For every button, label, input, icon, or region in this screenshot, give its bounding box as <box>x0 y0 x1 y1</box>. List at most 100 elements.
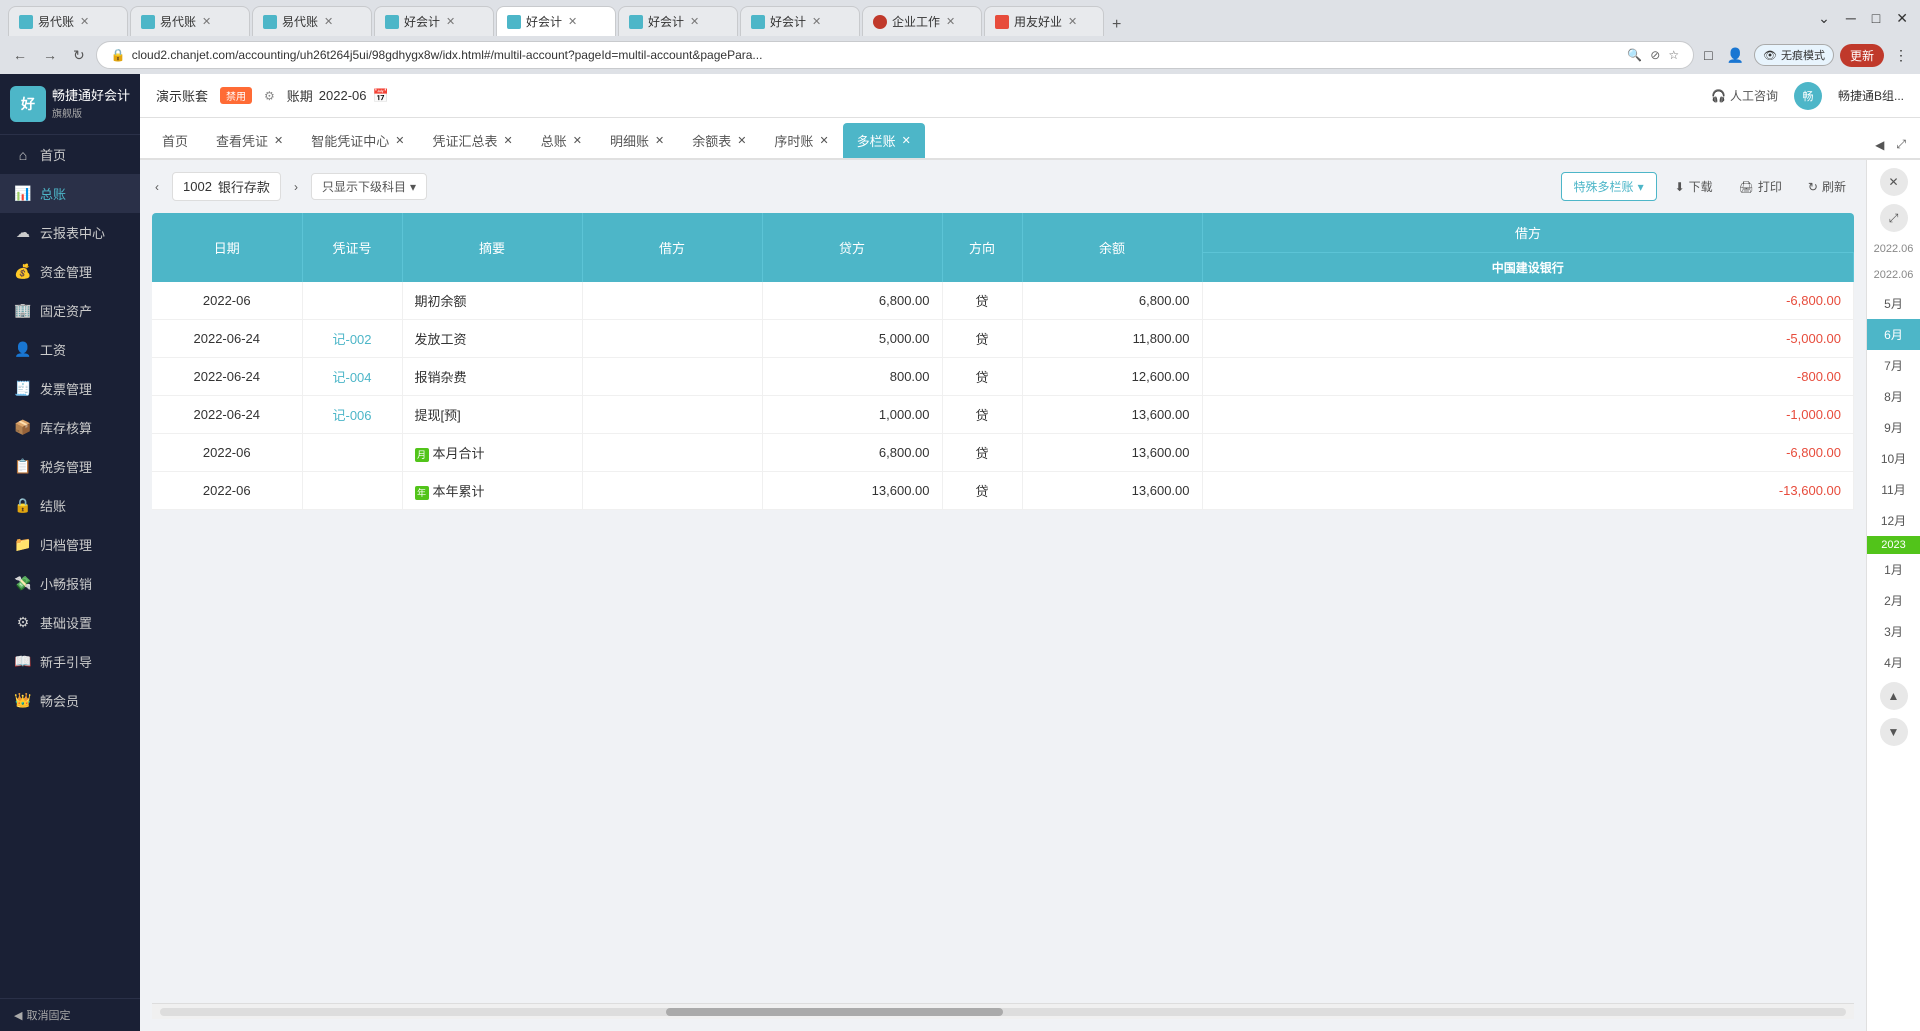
voucher-link[interactable]: 记-004 <box>332 370 371 385</box>
nav-tab-detail-ledger[interactable]: 明细账 ✕ <box>596 123 678 160</box>
sidebar-item-archive[interactable]: 📁 归档管理 <box>0 525 140 564</box>
cell-voucher[interactable]: 记-002 <box>302 320 402 358</box>
sidebar-item-home[interactable]: ⌂ 首页 <box>0 135 140 174</box>
nav-tab-balance-close[interactable]: ✕ <box>737 134 746 147</box>
tab-close-1[interactable]: ✕ <box>80 15 89 28</box>
settings-gear-icon[interactable]: ⚙ <box>264 89 275 103</box>
sidebar-item-settings[interactable]: ⚙ 基础设置 <box>0 603 140 642</box>
tab-close-6[interactable]: ✕ <box>690 15 699 28</box>
stealth-mode-btn[interactable]: 👁 无痕模式 <box>1754 44 1834 66</box>
nav-tab-journal-close[interactable]: ✕ <box>819 134 828 147</box>
profile-button[interactable]: 👤 <box>1723 45 1748 66</box>
back-button[interactable]: ← <box>8 45 32 65</box>
nav-tab-smart-voucher[interactable]: 智能凭证中心 ✕ <box>297 123 418 160</box>
sidebar-item-invoice[interactable]: 🧾 发票管理 <box>0 369 140 408</box>
calendar-scroll-up-btn[interactable]: ▲ <box>1880 682 1908 710</box>
maximize-button[interactable]: □ <box>1868 8 1884 28</box>
close-window-button[interactable]: ✕ <box>1892 8 1912 29</box>
minimize-button[interactable]: ─ <box>1842 8 1860 28</box>
calendar-icon[interactable]: 📅 <box>373 88 389 104</box>
browser-tab-4[interactable]: 好会计 ✕ <box>374 6 494 36</box>
cal-2023-feb[interactable]: 2月 <box>1867 585 1920 616</box>
cal-month-jul[interactable]: 7月 <box>1867 350 1920 381</box>
cell-voucher[interactable]: 记-004 <box>302 358 402 396</box>
download-btn[interactable]: ⬇ 下载 <box>1667 174 1721 199</box>
nav-tab-general-ledger[interactable]: 总账 ✕ <box>527 123 596 160</box>
tab-close-4[interactable]: ✕ <box>446 15 455 28</box>
voucher-link[interactable]: 记-006 <box>332 408 371 423</box>
calendar-expand-btn[interactable]: ⤢ <box>1880 204 1908 232</box>
cal-month-dec[interactable]: 12月 <box>1867 505 1920 536</box>
browser-tab-9[interactable]: 用友好业 ✕ <box>984 6 1104 36</box>
nav-tab-balance[interactable]: 余额表 ✕ <box>678 123 760 160</box>
extensions-button[interactable]: □ <box>1700 45 1716 65</box>
cal-month-nov[interactable]: 11月 <box>1867 474 1920 505</box>
browser-tab-5[interactable]: 好会计 ✕ <box>496 6 616 36</box>
tab-close-2[interactable]: ✕ <box>202 15 211 28</box>
browser-tab-2[interactable]: 易代账 ✕ <box>130 6 250 36</box>
reload-button[interactable]: ↻ <box>68 45 90 66</box>
browser-tab-6[interactable]: 好会计 ✕ <box>618 6 738 36</box>
nav-tab-voucher-summary[interactable]: 凭证汇总表 ✕ <box>418 123 526 160</box>
calendar-scroll-down-btn[interactable]: ▼ <box>1880 718 1908 746</box>
nav-tab-gl-close[interactable]: ✕ <box>573 134 582 147</box>
tab-list-button[interactable]: ⌄ <box>1814 8 1834 29</box>
browser-tab-7[interactable]: 好会计 ✕ <box>740 6 860 36</box>
browser-tab-1[interactable]: 易代账 ✕ <box>8 6 128 36</box>
cal-month-sep[interactable]: 9月 <box>1867 412 1920 443</box>
browser-tab-3[interactable]: 易代账 ✕ <box>252 6 372 36</box>
nav-tab-multicolumn[interactable]: 多栏账 ✕ <box>843 123 925 160</box>
tab-collapse-left-btn[interactable]: ◀ <box>1869 132 1890 158</box>
sidebar-item-expense[interactable]: 💸 小畅报销 <box>0 564 140 603</box>
sidebar-item-fixed-assets[interactable]: 🏢 固定资产 <box>0 291 140 330</box>
nav-tab-voucher[interactable]: 查看凭证 ✕ <box>202 123 297 160</box>
sidebar-collapse-btn[interactable]: ◀ 取消固定 <box>0 998 140 1031</box>
sidebar-item-fund[interactable]: 💰 资金管理 <box>0 252 140 291</box>
consult-button[interactable]: 🎧 人工咨询 <box>1711 87 1778 104</box>
cal-year-2023[interactable]: 2023 <box>1867 536 1920 554</box>
calendar-close-btn[interactable]: ✕ <box>1880 168 1908 196</box>
tab-expand-btn[interactable]: ⤢ <box>1890 131 1912 158</box>
filter-dropdown[interactable]: 只显示下级科目 ▾ <box>311 173 427 200</box>
cal-2023-jan[interactable]: 1月 <box>1867 554 1920 585</box>
nav-tab-journal[interactable]: 序时账 ✕ <box>760 123 842 160</box>
voucher-link[interactable]: 记-002 <box>332 332 371 347</box>
nav-tab-voucher-close[interactable]: ✕ <box>274 134 283 147</box>
nav-tab-smart-close[interactable]: ✕ <box>395 134 404 147</box>
tab-close-7[interactable]: ✕ <box>812 15 821 28</box>
menu-button[interactable]: ⋮ <box>1890 45 1912 66</box>
cal-2023-apr[interactable]: 4月 <box>1867 647 1920 678</box>
sidebar-item-close-account[interactable]: 🔒 结账 <box>0 486 140 525</box>
sidebar-item-ledger[interactable]: 📊 总账 <box>0 174 140 213</box>
multi-col-btn[interactable]: 特殊多栏账 ▾ <box>1561 172 1657 201</box>
sidebar-item-guide[interactable]: 📖 新手引导 <box>0 642 140 681</box>
cal-month-jun[interactable]: 6月 <box>1867 319 1920 350</box>
refresh-btn[interactable]: ↻ 刷新 <box>1800 174 1854 199</box>
cal-month-may[interactable]: 5月 <box>1867 288 1920 319</box>
sidebar-item-inventory[interactable]: 📦 库存核算 <box>0 408 140 447</box>
address-bar[interactable]: 🔒 cloud2.chanjet.com/accounting/uh26t264… <box>96 41 1694 69</box>
tab-close-3[interactable]: ✕ <box>324 15 333 28</box>
sidebar-item-cloud-report[interactable]: ☁ 云报表中心 <box>0 213 140 252</box>
browser-tab-8[interactable]: 企业工作 ✕ <box>862 6 982 36</box>
tab-close-5[interactable]: ✕ <box>568 15 577 28</box>
nav-tab-home[interactable]: 首页 <box>148 123 202 160</box>
tab-close-8[interactable]: ✕ <box>946 15 955 28</box>
account-prev-btn[interactable]: ‹ <box>152 180 162 194</box>
horizontal-scrollbar[interactable] <box>152 1003 1854 1019</box>
sidebar-item-member[interactable]: 👑 畅会员 <box>0 681 140 720</box>
cal-2023-mar[interactable]: 3月 <box>1867 616 1920 647</box>
nav-tab-dl-close[interactable]: ✕ <box>655 134 664 147</box>
cell-voucher[interactable]: 记-006 <box>302 396 402 434</box>
cal-month-oct[interactable]: 10月 <box>1867 443 1920 474</box>
nav-tab-vsummary-close[interactable]: ✕ <box>504 134 513 147</box>
cal-month-aug[interactable]: 8月 <box>1867 381 1920 412</box>
print-btn[interactable]: 🖨 打印 <box>1731 174 1790 199</box>
account-next-btn[interactable]: › <box>291 180 301 194</box>
update-button[interactable]: 更新 <box>1840 44 1884 67</box>
new-tab-button[interactable]: + <box>1106 14 1127 36</box>
nav-tab-mc-close[interactable]: ✕ <box>902 134 911 147</box>
tab-close-9[interactable]: ✕ <box>1068 15 1077 28</box>
forward-button[interactable]: → <box>38 45 62 65</box>
sidebar-item-tax[interactable]: 📋 税务管理 <box>0 447 140 486</box>
